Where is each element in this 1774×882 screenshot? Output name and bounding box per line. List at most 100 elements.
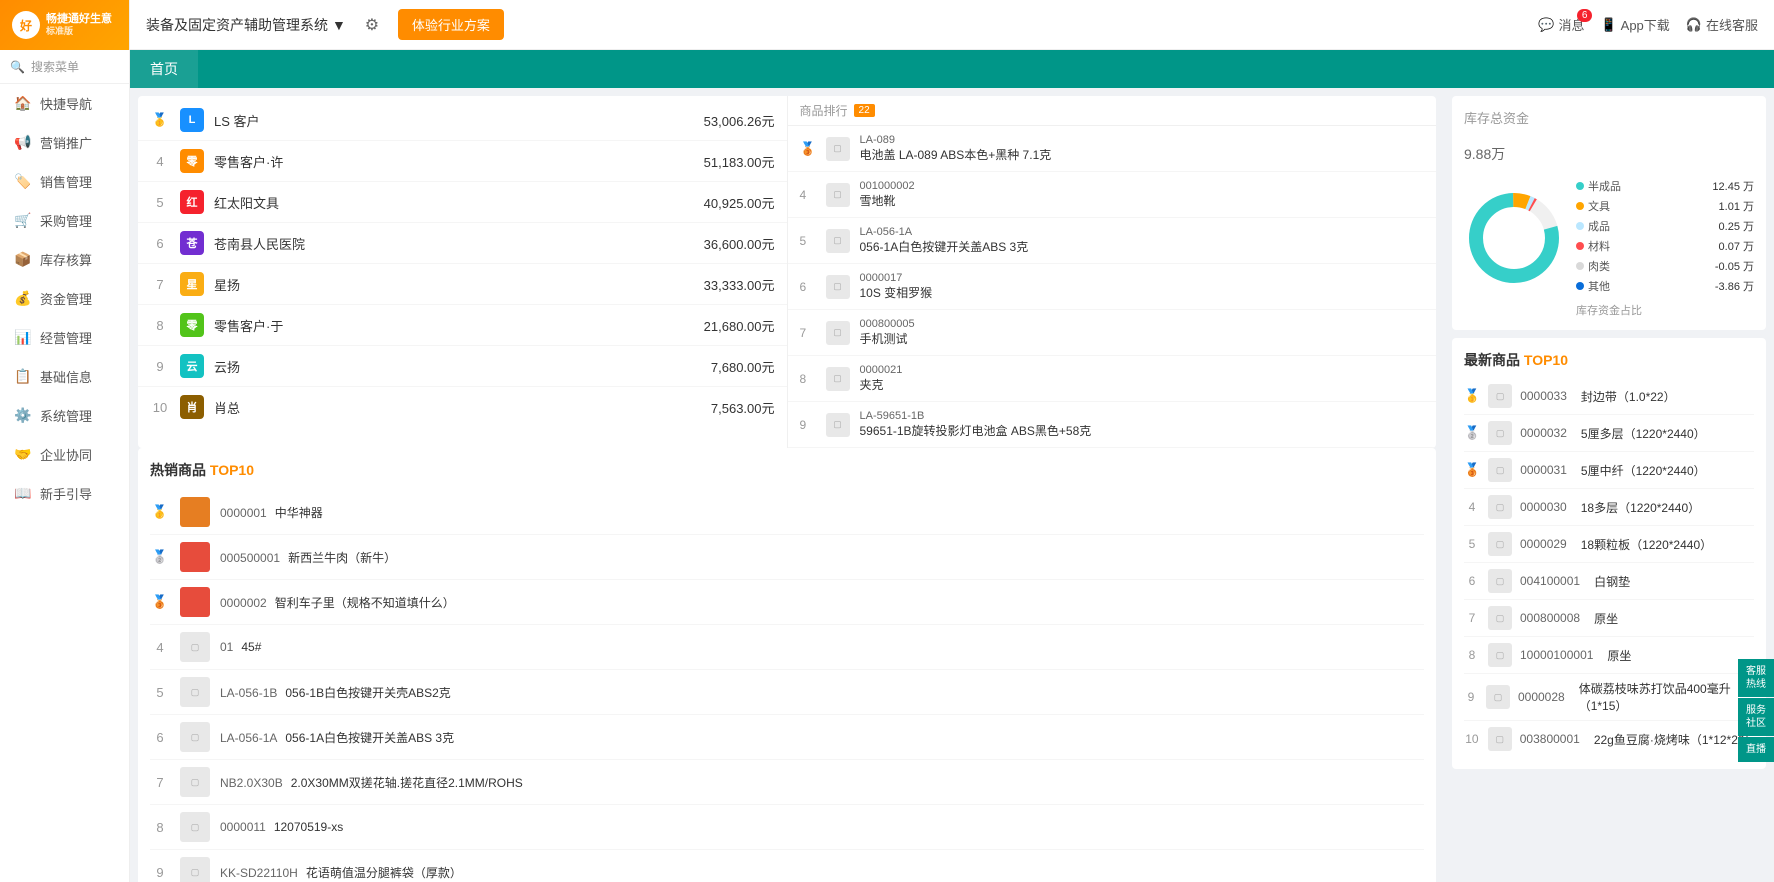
sidebar-item-purchase[interactable]: 🛒 采购管理 [0, 201, 129, 240]
sidebar-item-operations[interactable]: 📊 经营管理 [0, 318, 129, 357]
sidebar-item-marketing[interactable]: 📢 营销推广 [0, 123, 129, 162]
new-product-img-6: ▢ [1488, 569, 1512, 593]
product-img-2: ▢ [826, 183, 850, 207]
tab-bar: 首页 [130, 50, 1774, 88]
dropdown-chevron-icon: ▼ [332, 17, 346, 33]
product-img-7: ▢ [826, 413, 850, 437]
new-product-img-7: ▢ [1488, 606, 1512, 630]
system-title-dropdown[interactable]: 装备及固定资产辅助管理系统 ▼ [146, 15, 346, 35]
message-icon: 💬 [1538, 17, 1554, 33]
hot-img-5: ▢ [180, 677, 210, 707]
customer-row-8: 8 零 零售客户·于 21,680.00元 [138, 305, 787, 346]
hot-medal-1: 🥇 [150, 502, 170, 522]
header-right: 💬 消息 6 📱 App下载 🎧 在线客服 [1538, 15, 1758, 34]
sidebar-item-finance[interactable]: 💰 资金管理 [0, 279, 129, 318]
new-product-img-5: ▢ [1488, 532, 1512, 556]
rank-medal-3: 🥉 [800, 141, 816, 157]
new-product-row-1: 🥇 ▢ 0000033 封边带（1.0*22） [1464, 378, 1754, 415]
clipboard-icon: 📋 [14, 368, 32, 385]
hot-products-section: 热销商品 TOP10 🥇 0000001中华神器 🥈 000500001新西兰牛… [138, 448, 1436, 882]
new-product-img-4: ▢ [1488, 495, 1512, 519]
new-products-card: 最新商品 TOP10 🥇 ▢ 0000033 封边带（1.0*22） 🥈 ▢ 0… [1452, 338, 1766, 769]
legend-dot-2 [1576, 222, 1584, 230]
legend-item-5: 其他 -3.86 万 [1576, 278, 1754, 294]
donut-chart [1464, 188, 1564, 288]
sidebar-item-inventory[interactable]: 📦 库存核算 [0, 240, 129, 279]
new-medal-2: 🥈 [1464, 425, 1480, 441]
new-product-img-3: ▢ [1488, 458, 1512, 482]
new-product-row-8: 8 ▢ 10000100001 原坐 [1464, 637, 1754, 674]
hot-img-7: ▢ [180, 767, 210, 797]
customer-row-6: 6 苍 苍南县人民医院 36,600.00元 [138, 223, 787, 264]
customer-tag-1: L [180, 108, 204, 132]
customer-tag-3: 红 [180, 190, 204, 214]
inventory-card: 库存总资金 9.88万 [1452, 96, 1766, 330]
online-service-button[interactable]: 🎧 在线客服 [1686, 15, 1758, 34]
sidebar-item-sales[interactable]: 🏷️ 销售管理 [0, 162, 129, 201]
hot-row-4: 4 ▢ 0145# [150, 625, 1424, 670]
new-product-img-1: ▢ [1488, 384, 1512, 408]
product-img-4: ▢ [826, 275, 850, 299]
hot-img-4: ▢ [180, 632, 210, 662]
hot-row-2: 🥈 000500001新西兰牛肉（新牛） [150, 535, 1424, 580]
hot-products-title: 热销商品 TOP10 [150, 460, 1424, 480]
hot-row-7: 7 ▢ NB2.0X30B2.0X30MM双搓花轴.搓花直径2.1MM/ROHS [150, 760, 1424, 805]
product-img-6: ▢ [826, 367, 850, 391]
new-product-row-7: 7 ▢ 000800008 原坐 [1464, 600, 1754, 637]
content-area: 🥇 L LS 客户 53,006.26元 4 零 零售客户·许 51,183.0… [130, 88, 1774, 882]
new-products-list: 🥇 ▢ 0000033 封边带（1.0*22） 🥈 ▢ 0000032 5厘多层… [1464, 378, 1754, 757]
hot-img-2 [180, 542, 210, 572]
product-row-6: 6 ▢ 0000017 10S 变相罗猴 [788, 264, 1437, 310]
customer-tag-6: 零 [180, 313, 204, 337]
book-icon: 📖 [14, 485, 32, 502]
app-download-button[interactable]: 📱 App下载 [1600, 15, 1669, 34]
customer-list: 🥇 L LS 客户 53,006.26元 4 零 零售客户·许 51,183.0… [138, 96, 787, 431]
sidebar-item-basics[interactable]: 📋 基础信息 [0, 357, 129, 396]
settings-icon: ⚙️ [14, 407, 32, 424]
sidebar-item-guide[interactable]: 📖 新手引导 [0, 474, 129, 513]
donut-container: 半成品 12.45 万 文具 1.01 万 [1464, 178, 1754, 298]
search-icon: 🔍 [10, 60, 25, 74]
sidebar-item-system[interactable]: ⚙️ 系统管理 [0, 396, 129, 435]
hot-products-list: 🥇 0000001中华神器 🥈 000500001新西兰牛肉（新牛） 🥉 000… [150, 490, 1424, 882]
hot-img-9: ▢ [180, 857, 210, 882]
customer-row-10: 10 肖 肖总 7,563.00元 [138, 387, 787, 427]
customer-row-4: 4 零 零售客户·许 51,183.00元 [138, 141, 787, 182]
search-menu[interactable]: 🔍 搜索菜单 [0, 50, 129, 84]
service-community-button[interactable]: 服务社区 [1738, 698, 1774, 736]
tab-home[interactable]: 首页 [130, 50, 198, 88]
main-area: 装备及固定资产辅助管理系统 ▼ ⚙ 体验行业方案 💬 消息 6 📱 App下载 … [130, 0, 1774, 882]
megaphone-icon: 📢 [14, 134, 32, 151]
sidebar-item-enterprise[interactable]: 🤝 企业协同 [0, 435, 129, 474]
customer-row-9: 9 云 云扬 7,680.00元 [138, 346, 787, 387]
new-medal-3: 🥉 [1464, 462, 1480, 478]
customer-ranking-section: 🥇 L LS 客户 53,006.26元 4 零 零售客户·许 51,183.0… [138, 96, 788, 448]
hot-img-8: ▢ [180, 812, 210, 842]
hot-row-9: 9 ▢ KK-SD22110H花语萌值温分腿裤袋（厚款） [150, 850, 1424, 882]
customer-tag-2: 零 [180, 149, 204, 173]
new-product-row-2: 🥈 ▢ 0000032 5厘多层（1220*2440） [1464, 415, 1754, 452]
new-product-img-10: ▢ [1488, 727, 1512, 751]
hot-row-8: 8 ▢ 000001112070519-xs [150, 805, 1424, 850]
logo-text: 畅捷通好生意 标准版 [46, 13, 112, 37]
sidebar-item-quick-nav[interactable]: 🏠 快捷导航 [0, 84, 129, 123]
live-broadcast-button[interactable]: 直播 [1738, 737, 1774, 762]
try-industry-button[interactable]: 体验行业方案 [398, 9, 504, 40]
hot-row-6: 6 ▢ LA-056-1A056-1A白色按键开关盖ABS 3克 [150, 715, 1424, 760]
inventory-legend: 半成品 12.45 万 文具 1.01 万 [1576, 178, 1754, 298]
product-row-8: 8 ▢ 0000021 夹克 [788, 356, 1437, 402]
inventory-amount: 9.88万 [1464, 135, 1754, 166]
customer-row-7: 7 星 星扬 33,333.00元 [138, 264, 787, 305]
hot-img-1 [180, 497, 210, 527]
app-logo: 好 畅捷通好生意 标准版 [0, 0, 129, 50]
settings-button[interactable]: ⚙ [358, 11, 386, 39]
message-button[interactable]: 💬 消息 6 [1538, 15, 1584, 34]
new-products-title: 最新商品 TOP10 [1464, 350, 1754, 370]
middle-content: 🥇 L LS 客户 53,006.26元 4 零 零售客户·许 51,183.0… [130, 88, 1444, 882]
tag-icon: 🏷️ [14, 173, 32, 190]
legend-item-0: 半成品 12.45 万 [1576, 178, 1754, 194]
customer-service-hotline-button[interactable]: 客服热线 [1738, 659, 1774, 697]
right-panel: 库存总资金 9.88万 [1444, 88, 1774, 882]
product-img-5: ▢ [826, 321, 850, 345]
legend-dot-3 [1576, 242, 1584, 250]
